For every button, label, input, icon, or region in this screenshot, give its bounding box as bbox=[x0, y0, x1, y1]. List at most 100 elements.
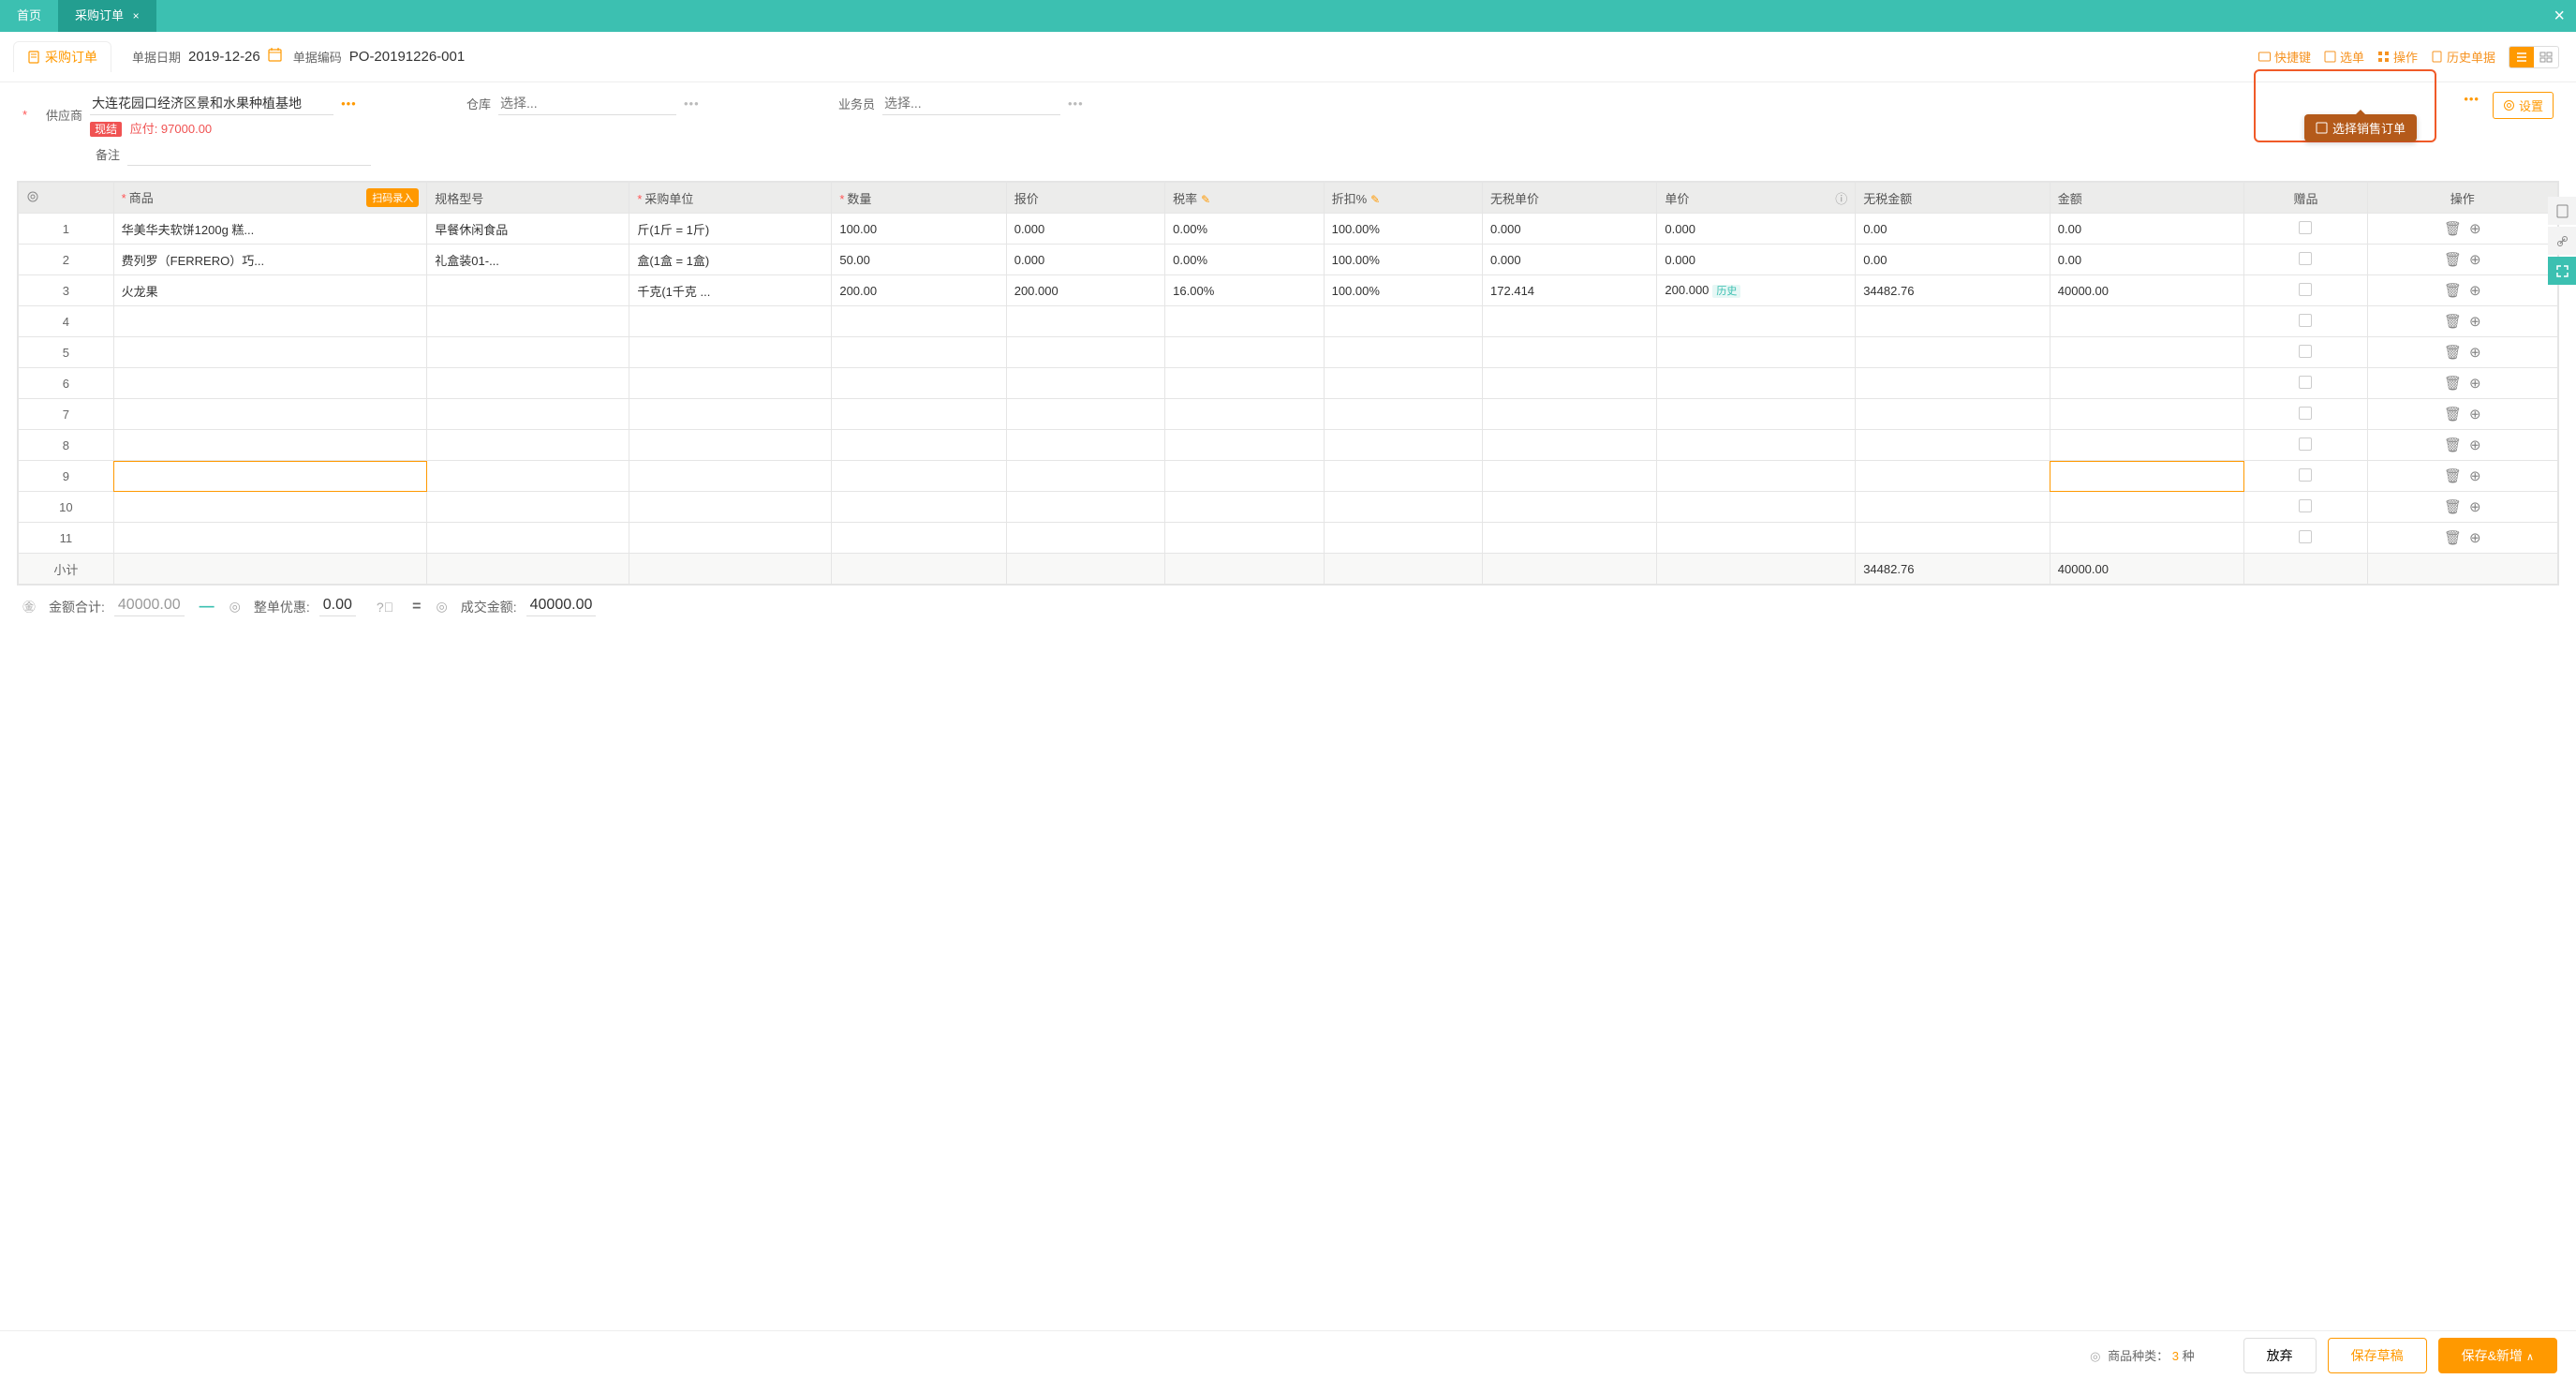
cell-qty[interactable] bbox=[832, 523, 1006, 554]
cell-tax[interactable] bbox=[1165, 337, 1324, 368]
checkbox[interactable] bbox=[2299, 252, 2312, 265]
cell-quote[interactable]: 200.000 bbox=[1006, 275, 1164, 306]
deal-value[interactable]: 40000.00 bbox=[526, 597, 597, 616]
cell-qty[interactable] bbox=[832, 368, 1006, 399]
cell-qty[interactable]: 200.00 bbox=[832, 275, 1006, 306]
operate-link[interactable]: 操作 bbox=[2377, 48, 2418, 66]
cell-spec[interactable] bbox=[427, 523, 629, 554]
warehouse-input[interactable] bbox=[498, 92, 676, 115]
add-row-icon[interactable]: ⊕ bbox=[2469, 283, 2481, 299]
cell-spec[interactable]: 早餐休闲食品 bbox=[427, 214, 629, 245]
cell-unit[interactable] bbox=[629, 368, 832, 399]
discount-value[interactable]: 0.00 bbox=[319, 597, 356, 616]
cell-discount[interactable] bbox=[1324, 337, 1482, 368]
cell-price-notax[interactable] bbox=[1483, 430, 1657, 461]
cell-amount[interactable] bbox=[2050, 523, 2244, 554]
cell-unit[interactable] bbox=[629, 492, 832, 523]
cell-price-notax[interactable]: 0.000 bbox=[1483, 214, 1657, 245]
delete-row-icon[interactable]: 🗑 bbox=[2444, 283, 2462, 299]
cell-price-notax[interactable] bbox=[1483, 306, 1657, 337]
table-row[interactable]: 1 华美华夫软饼1200g 糕... 早餐休闲食品 斤(1斤 = 1斤) 100… bbox=[19, 214, 2558, 245]
cell-price-notax[interactable] bbox=[1483, 337, 1657, 368]
cell-price-notax[interactable] bbox=[1483, 492, 1657, 523]
cell-unit[interactable] bbox=[629, 337, 832, 368]
cell-discount[interactable]: 100.00% bbox=[1324, 275, 1482, 306]
cell-unit[interactable] bbox=[629, 523, 832, 554]
cell-tax[interactable] bbox=[1165, 523, 1324, 554]
col-settings[interactable] bbox=[19, 183, 114, 214]
cell-tax[interactable] bbox=[1165, 430, 1324, 461]
cell-product[interactable]: 华美华夫软饼1200g 糕... bbox=[113, 214, 427, 245]
add-row-icon[interactable]: ⊕ bbox=[2469, 252, 2481, 268]
col-product[interactable]: *商品扫码录入 bbox=[113, 183, 427, 214]
cell-gift[interactable] bbox=[2244, 430, 2367, 461]
cell-quote[interactable] bbox=[1006, 337, 1164, 368]
cell-discount[interactable] bbox=[1324, 306, 1482, 337]
table-row[interactable]: 9 🗑⊕ bbox=[19, 461, 2558, 492]
cell-amount-notax[interactable] bbox=[1856, 399, 2050, 430]
cell-amount[interactable] bbox=[2050, 306, 2244, 337]
cell-product[interactable] bbox=[113, 430, 427, 461]
cell-quote[interactable] bbox=[1006, 430, 1164, 461]
rail-link-icon[interactable] bbox=[2548, 227, 2576, 255]
checkbox[interactable] bbox=[2299, 407, 2312, 420]
checkbox[interactable] bbox=[2299, 221, 2312, 234]
cell-tax[interactable] bbox=[1165, 368, 1324, 399]
cell-product[interactable]: 火龙果 bbox=[113, 275, 427, 306]
settings-button[interactable]: 设置 bbox=[2493, 92, 2554, 119]
cell-product[interactable] bbox=[113, 337, 427, 368]
cell-spec[interactable] bbox=[427, 492, 629, 523]
cell-price[interactable] bbox=[1657, 492, 1856, 523]
delete-row-icon[interactable]: 🗑 bbox=[2444, 437, 2462, 453]
cell-amount-notax[interactable] bbox=[1856, 492, 2050, 523]
warehouse-picker-icon[interactable]: ••• bbox=[684, 96, 700, 111]
calendar-icon[interactable] bbox=[268, 48, 282, 66]
col-price[interactable]: 单价ⓘ bbox=[1657, 183, 1856, 214]
cell-tax[interactable]: 16.00% bbox=[1165, 275, 1324, 306]
view-list-icon[interactable] bbox=[2509, 47, 2534, 67]
col-amount[interactable]: 金额 bbox=[2050, 183, 2244, 214]
cell-price[interactable]: 0.000 bbox=[1657, 214, 1856, 245]
cell-quote[interactable] bbox=[1006, 306, 1164, 337]
cell-price[interactable] bbox=[1657, 368, 1856, 399]
cell-product[interactable] bbox=[113, 461, 427, 492]
delete-row-icon[interactable]: 🗑 bbox=[2444, 499, 2462, 515]
cell-quote[interactable] bbox=[1006, 492, 1164, 523]
cell-amount[interactable]: 0.00 bbox=[2050, 214, 2244, 245]
cell-product[interactable]: 费列罗（FERRERO）巧... bbox=[113, 245, 427, 275]
cell-spec[interactable] bbox=[427, 430, 629, 461]
cell-quote[interactable] bbox=[1006, 523, 1164, 554]
sub-tab-purchase-order[interactable]: 采购订单 bbox=[13, 41, 111, 72]
cell-discount[interactable]: 100.00% bbox=[1324, 214, 1482, 245]
select-order-link[interactable]: 选单 bbox=[2324, 48, 2364, 66]
table-row[interactable]: 10 🗑⊕ bbox=[19, 492, 2558, 523]
cell-quote[interactable] bbox=[1006, 461, 1164, 492]
cell-amount-notax[interactable] bbox=[1856, 523, 2050, 554]
remark-input[interactable] bbox=[127, 142, 371, 166]
delete-row-icon[interactable]: 🗑 bbox=[2444, 345, 2462, 361]
cell-amount[interactable]: 0.00 bbox=[2050, 245, 2244, 275]
discard-button[interactable]: 放弃 bbox=[2243, 1338, 2317, 1373]
window-close-icon[interactable]: × bbox=[2554, 6, 2565, 27]
cell-price[interactable]: 0.000 bbox=[1657, 245, 1856, 275]
delete-row-icon[interactable]: 🗑 bbox=[2444, 221, 2462, 237]
cell-amount-notax[interactable] bbox=[1856, 461, 2050, 492]
save-draft-button[interactable]: 保存草稿 bbox=[2328, 1338, 2427, 1373]
add-row-icon[interactable]: ⊕ bbox=[2469, 499, 2481, 515]
close-icon[interactable]: × bbox=[133, 9, 140, 22]
cell-discount[interactable] bbox=[1324, 399, 1482, 430]
cell-qty[interactable] bbox=[832, 461, 1006, 492]
save-new-button[interactable]: 保存&新增∧ bbox=[2438, 1338, 2557, 1373]
cell-price-notax[interactable] bbox=[1483, 399, 1657, 430]
cell-spec[interactable]: 礼盒装01-... bbox=[427, 245, 629, 275]
tab-home[interactable]: 首页 bbox=[0, 0, 58, 32]
history-tag[interactable]: 历史 bbox=[1712, 285, 1740, 298]
cell-discount[interactable] bbox=[1324, 523, 1482, 554]
checkbox[interactable] bbox=[2299, 314, 2312, 327]
cell-gift[interactable] bbox=[2244, 368, 2367, 399]
cell-spec[interactable] bbox=[427, 275, 629, 306]
cell-gift[interactable] bbox=[2244, 245, 2367, 275]
cell-qty[interactable]: 50.00 bbox=[832, 245, 1006, 275]
cell-qty[interactable] bbox=[832, 430, 1006, 461]
cell-gift[interactable] bbox=[2244, 492, 2367, 523]
